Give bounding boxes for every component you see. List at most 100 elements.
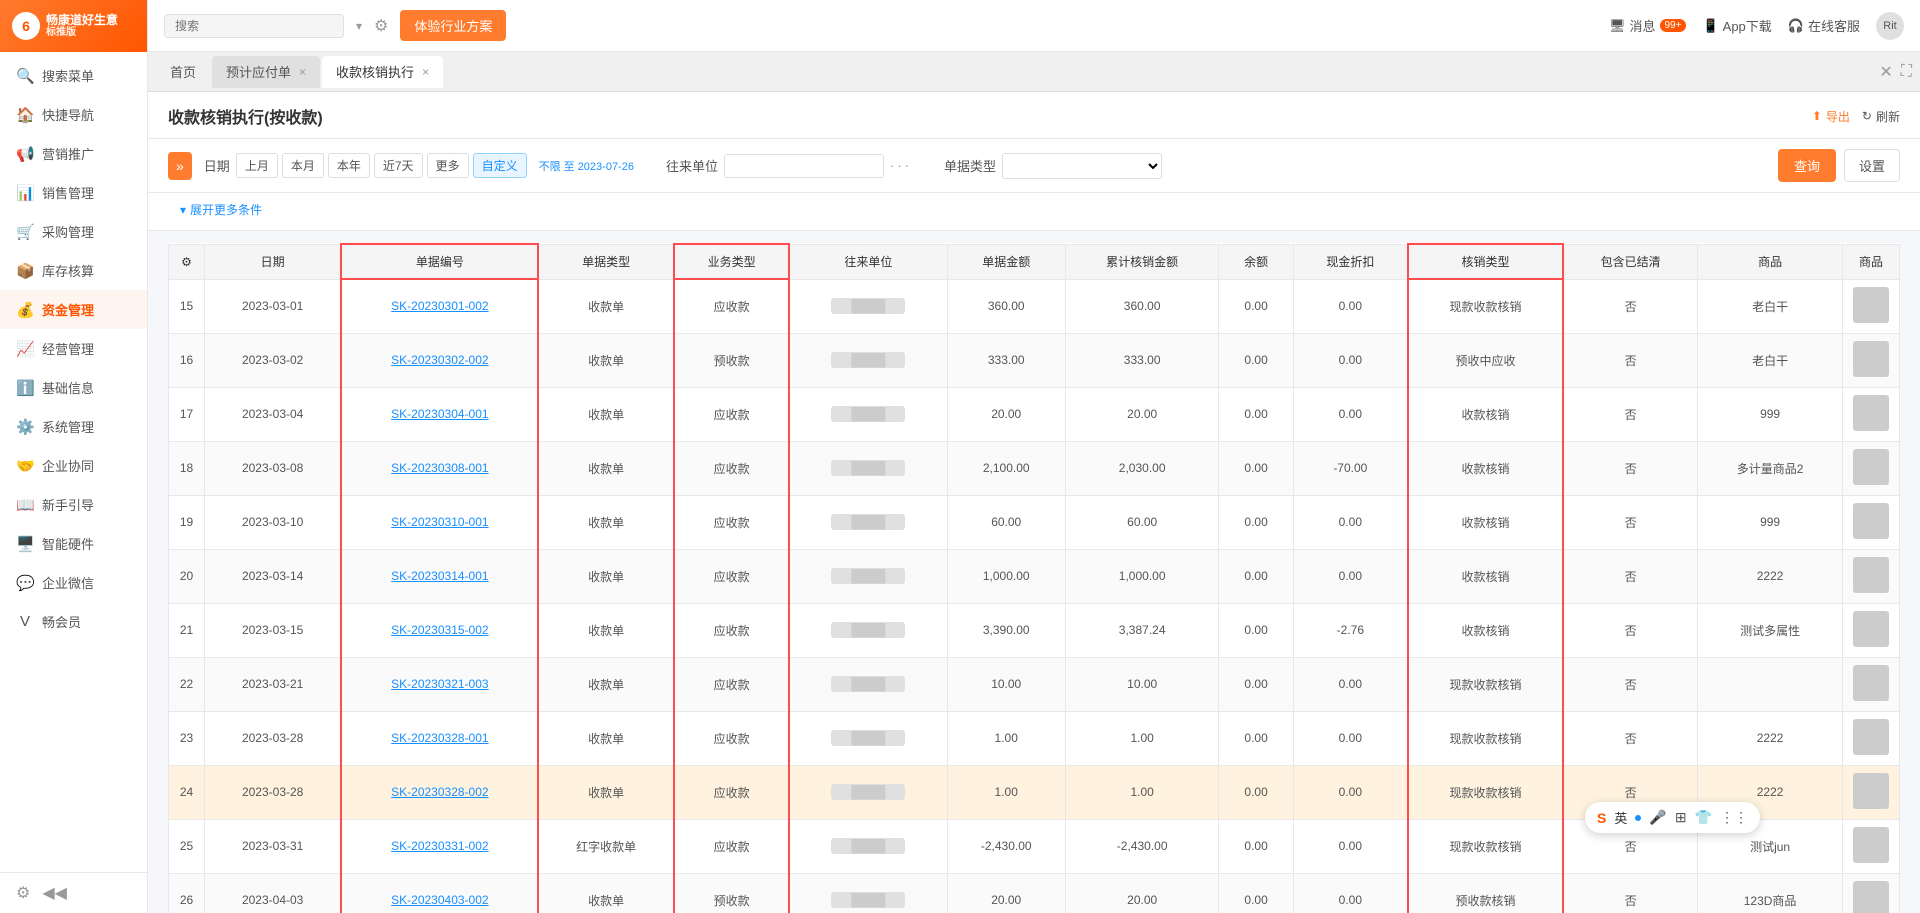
sidebar-item-basic[interactable]: ℹ️ 基础信息 <box>0 368 147 407</box>
app-download-label: App下载 <box>1723 16 1772 35</box>
last-7days-btn[interactable]: 近7天 <box>374 153 423 178</box>
app-download-button[interactable]: 📱 App下载 <box>1702 16 1771 35</box>
tab-home[interactable]: 首页 <box>156 56 210 88</box>
tab-collection-close-icon[interactable]: × <box>422 65 429 79</box>
table-row[interactable]: 20 2023-03-14 SK-20230314-001 收款单 应收款 ██… <box>169 549 1900 603</box>
sidebar-item-enterprise[interactable]: 🤝 企业协同 <box>0 446 147 485</box>
cell-date: 2023-03-08 <box>205 441 342 495</box>
search-icon: 🔍 <box>16 67 34 85</box>
cell-voucher-no[interactable]: SK-20230321-003 <box>341 657 538 711</box>
filter-toggle-button[interactable]: » <box>168 152 192 180</box>
col-header-gear[interactable]: ⚙ <box>169 244 205 279</box>
cell-voucher-no[interactable]: SK-20230301-002 <box>341 279 538 333</box>
cell-cash-discount: 0.00 <box>1293 873 1408 913</box>
expand-more-button[interactable]: ▾ 展开更多条件 <box>168 197 1900 222</box>
cell-voucher-no[interactable]: SK-20230328-002 <box>341 765 538 819</box>
voucher-type-filter-group: 单据类型 <box>944 153 1162 179</box>
tab-collection[interactable]: 收款核销执行 × <box>322 56 443 88</box>
cell-cash-discount: -70.00 <box>1293 441 1408 495</box>
cell-amount: 333.00 <box>947 333 1065 387</box>
ime-shirt-icon[interactable]: 👕 <box>1695 809 1712 826</box>
last-month-btn[interactable]: 上月 <box>236 153 278 178</box>
cell-seq: 22 <box>169 657 205 711</box>
this-month-btn[interactable]: 本月 <box>282 153 324 178</box>
cell-balance: 0.00 <box>1219 765 1293 819</box>
filter-settings-button[interactable]: 设置 <box>1844 149 1900 182</box>
sidebar-item-label: 快捷导航 <box>42 105 94 124</box>
cell-voucher-no[interactable]: SK-20230310-001 <box>341 495 538 549</box>
cell-voucher-no[interactable]: SK-20230328-001 <box>341 711 538 765</box>
main-area: ▾ ⚙ 体验行业方案 🖥 消息 99+ 📱 App下载 🎧 在线客服 Rit <box>148 0 1920 913</box>
col-header-product: 商品 <box>1698 244 1843 279</box>
export-button[interactable]: ⬆ 导出 <box>1812 108 1850 125</box>
sidebar-item-finance[interactable]: 💰 资金管理 <box>0 290 147 329</box>
sidebar-item-sales[interactable]: 📊 销售管理 <box>0 173 147 212</box>
cell-product: 老白干 <box>1698 279 1843 333</box>
cell-cancellation-type: 收款核销 <box>1408 603 1563 657</box>
sidebar-item-inventory[interactable]: 📦 库存核算 <box>0 251 147 290</box>
chevron-down-icon[interactable]: ▾ <box>356 19 362 33</box>
more-dates-btn[interactable]: 更多 <box>427 153 469 178</box>
ime-grid-icon[interactable]: ⊞ <box>1675 809 1687 826</box>
user-avatar[interactable]: Rit <box>1876 12 1904 40</box>
sidebar-item-guide[interactable]: 📖 新手引导 <box>0 485 147 524</box>
table-row[interactable]: 26 2023-04-03 SK-20230403-002 收款单 预收款 ██… <box>169 873 1900 913</box>
ime-apps-icon[interactable]: ⋮⋮ <box>1720 809 1748 826</box>
sidebar-item-wechat[interactable]: 💬 企业微信 <box>0 563 147 602</box>
cell-cumulative: 3,387.24 <box>1065 603 1219 657</box>
table-row[interactable]: 21 2023-03-15 SK-20230315-002 收款单 应收款 ██… <box>169 603 1900 657</box>
col-header-cash-discount: 现金折扣 <box>1293 244 1408 279</box>
cell-biz-type: 预收款 <box>674 873 790 913</box>
voucher-type-select[interactable] <box>1002 153 1162 179</box>
query-button[interactable]: 查询 <box>1778 149 1836 182</box>
table-row[interactable]: 15 2023-03-01 SK-20230301-002 收款单 应收款 ██… <box>169 279 1900 333</box>
table-row[interactable]: 17 2023-03-04 SK-20230304-001 收款单 应收款 ██… <box>169 387 1900 441</box>
refresh-button[interactable]: ↻ 刷新 <box>1862 108 1900 125</box>
sidebar-item-search[interactable]: 🔍 搜索菜单 <box>0 56 147 95</box>
maximize-icon[interactable]: ⛶ <box>1901 63 1912 81</box>
more-filters-dots[interactable]: ··· <box>890 158 912 173</box>
custom-date-btn[interactable]: 自定义 <box>473 153 527 178</box>
partner-filter-input[interactable] <box>724 154 884 178</box>
industry-solution-button[interactable]: 体验行业方案 <box>400 10 506 41</box>
cell-voucher-no[interactable]: SK-20230308-001 <box>341 441 538 495</box>
table-row[interactable]: 18 2023-03-08 SK-20230308-001 收款单 应收款 ██… <box>169 441 1900 495</box>
sidebar-item-system[interactable]: ⚙️ 系统管理 <box>0 407 147 446</box>
cell-voucher-no[interactable]: SK-20230302-002 <box>341 333 538 387</box>
cell-product2 <box>1843 441 1900 495</box>
sidebar-item-business[interactable]: 📈 经营管理 <box>0 329 147 368</box>
table-row[interactable]: 19 2023-03-10 SK-20230310-001 收款单 应收款 ██… <box>169 495 1900 549</box>
topbar-search-input[interactable] <box>164 14 344 38</box>
cell-voucher-type: 收款单 <box>538 873 673 913</box>
cell-voucher-no[interactable]: SK-20230403-002 <box>341 873 538 913</box>
cell-voucher-no[interactable]: SK-20230304-001 <box>341 387 538 441</box>
sidebar-item-marketing[interactable]: 📢 营销推广 <box>0 134 147 173</box>
ime-microphone-icon[interactable]: 🎤 <box>1649 809 1666 826</box>
table-row[interactable]: 16 2023-03-02 SK-20230302-002 收款单 预收款 ██… <box>169 333 1900 387</box>
sidebar-item-member[interactable]: V 畅会员 <box>0 602 147 641</box>
cell-balance: 0.00 <box>1219 495 1293 549</box>
handshake-icon: 🤝 <box>16 457 34 475</box>
cell-voucher-no[interactable]: SK-20230331-002 <box>341 819 538 873</box>
online-service-button[interactable]: 🎧 在线客服 <box>1788 16 1860 35</box>
table-row[interactable]: 22 2023-03-21 SK-20230321-003 收款单 应收款 ██… <box>169 657 1900 711</box>
topbar-gear-icon[interactable]: ⚙ <box>374 16 388 36</box>
cell-voucher-no[interactable]: SK-20230314-001 <box>341 549 538 603</box>
tab-prepay[interactable]: 预计应付单 × <box>212 56 320 88</box>
tab-prepay-close-icon[interactable]: × <box>299 65 306 79</box>
col-header-cancellation-type: 核销类型 <box>1408 244 1563 279</box>
cell-partner: ████ <box>789 279 947 333</box>
table-row[interactable]: 23 2023-03-28 SK-20230328-001 收款单 应收款 ██… <box>169 711 1900 765</box>
sidebar-item-quick-nav[interactable]: 🏠 快捷导航 <box>0 95 147 134</box>
sidebar-item-hardware[interactable]: 🖥️ 智能硬件 <box>0 524 147 563</box>
sidebar-item-label: 畅会员 <box>42 612 81 631</box>
collapse-icon[interactable]: ◀◀ <box>42 883 67 903</box>
sidebar-item-purchase[interactable]: 🛒 采购管理 <box>0 212 147 251</box>
settings-footer-icon[interactable]: ⚙ <box>16 883 30 903</box>
this-year-btn[interactable]: 本年 <box>328 153 370 178</box>
member-icon: V <box>16 613 34 630</box>
messages-button[interactable]: 🖥 消息 99+ <box>1609 16 1687 35</box>
close-window-icon[interactable]: ✕ <box>1879 62 1892 82</box>
cell-voucher-no[interactable]: SK-20230315-002 <box>341 603 538 657</box>
cell-amount: 1.00 <box>947 765 1065 819</box>
